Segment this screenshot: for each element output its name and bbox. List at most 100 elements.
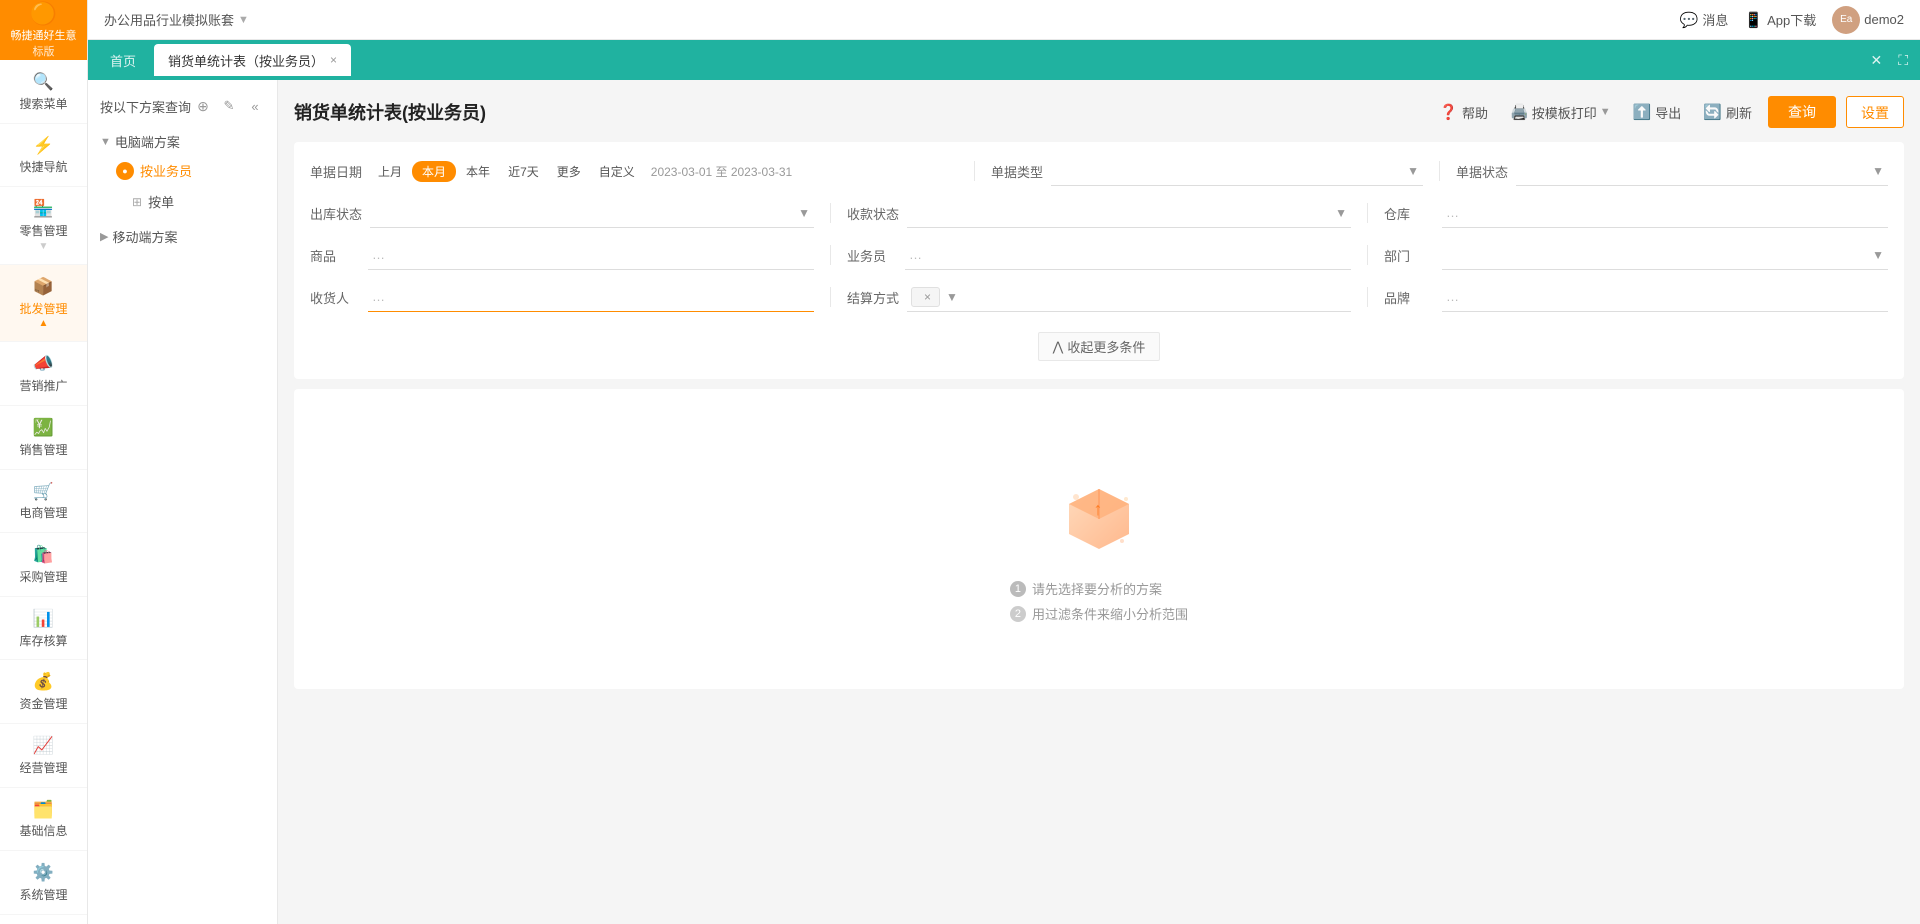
help-btn[interactable]: ❓ 帮助 xyxy=(1433,99,1494,126)
consignee-field: 收货人 … xyxy=(310,282,814,312)
dept-field: 部门 ▼ xyxy=(1384,240,1888,270)
print-dropdown-icon: ▼ xyxy=(1600,106,1611,118)
date-tab-last-month[interactable]: 上月 xyxy=(370,161,410,182)
sidebar-label-system: 系统管理 xyxy=(19,887,67,904)
export-btn[interactable]: ⬆️ 导出 xyxy=(1627,99,1688,126)
page-title: 销货单统计表(按业务员) xyxy=(294,99,486,125)
collapse-bar: ⋀ 收起更多条件 xyxy=(310,324,1888,365)
refresh-btn[interactable]: 🔄 刷新 xyxy=(1697,99,1758,126)
export-icon: ⬆️ xyxy=(1633,103,1652,121)
add-scheme-btn[interactable]: ⊕ xyxy=(193,96,213,116)
warehouse-select[interactable]: … xyxy=(1442,198,1888,228)
collapse-panel-icon: « xyxy=(251,99,258,114)
scheme-order-label: 按单 xyxy=(148,192,174,211)
out-status-select[interactable]: ▼ xyxy=(370,198,814,228)
date-tab-this-year[interactable]: 本年 xyxy=(458,161,498,182)
doc-type-select[interactable]: ▼ xyxy=(1051,156,1423,186)
sidebar-item-finance[interactable]: 💰 资金管理 xyxy=(0,660,87,724)
sidebar-item-search[interactable]: 🔍 搜索菜单 xyxy=(0,60,87,124)
date-tab-more[interactable]: 更多 xyxy=(549,161,589,182)
date-tab-7days[interactable]: 近7天 xyxy=(500,161,547,182)
scheme-by-order[interactable]: ⊞ 按单 xyxy=(88,186,277,217)
wholesale-arrow-icon: ▲ xyxy=(39,317,49,331)
company-selector[interactable]: 办公用品行业模拟账套 ▼ xyxy=(104,10,249,29)
date-tab-this-month[interactable]: 本月 xyxy=(412,161,456,182)
brand-field: 品牌 … xyxy=(1384,282,1888,312)
topbar-right: 💬 消息 📱 App下载 Ea demo2 xyxy=(1680,6,1904,34)
biz-icon: 📈 xyxy=(33,734,54,758)
filter-divider-2 xyxy=(1439,161,1440,181)
salesperson-select[interactable]: … xyxy=(905,240,1351,270)
consignee-label: 收货人 xyxy=(310,288,360,307)
edit-scheme-btn[interactable]: ✎ xyxy=(219,96,239,116)
settlement-tag-clear[interactable]: × xyxy=(924,290,931,304)
consignee-select[interactable]: … xyxy=(368,282,814,312)
date-tab-custom[interactable]: 自定义 xyxy=(591,161,643,182)
sidebar-item-wholesale[interactable]: 📦 批发管理 ▲ xyxy=(0,265,87,343)
sales-icon: 💹 xyxy=(33,416,54,440)
retail-icon: 🏪 xyxy=(33,197,54,221)
doc-status-field: 单据状态 ▼ xyxy=(1456,156,1888,186)
sidebar-item-basic[interactable]: 🗂️ 基础信息 xyxy=(0,788,87,852)
settlement-select[interactable]: × ▼ xyxy=(907,282,1351,312)
message-label: 消息 xyxy=(1702,10,1728,29)
user-profile[interactable]: Ea demo2 xyxy=(1832,6,1904,34)
print-btn[interactable]: 🖨️ 按模板打印 ▼ xyxy=(1504,99,1617,126)
filter-divider-6 xyxy=(1367,245,1368,265)
scheme-salesperson-label: 按业务员 xyxy=(140,161,192,180)
sidebar-logo[interactable]: 🟠 畅捷通好生意 标版 xyxy=(0,0,88,60)
tab-close-window-btn[interactable]: ✕ xyxy=(1866,48,1886,73)
tabs-bar: 首页 销货单统计表（按业务员） × ✕ ⛶ xyxy=(88,40,1920,80)
collapse-conditions-btn[interactable]: ⋀ 收起更多条件 xyxy=(1038,332,1161,361)
topbar-left: 办公用品行业模拟账套 ▼ xyxy=(104,10,249,29)
collapse-panel-btn[interactable]: « xyxy=(245,96,265,116)
sidebar-item-sales[interactable]: 💹 销售管理 xyxy=(0,406,87,470)
brand-label: 品牌 xyxy=(1384,288,1434,307)
filter-divider-3 xyxy=(830,203,831,223)
sidebar-item-biz[interactable]: 📈 经营管理 xyxy=(0,724,87,788)
receipt-status-select[interactable]: ▼ xyxy=(907,198,1351,228)
sidebar-item-ecom[interactable]: 🛒 电商管理 xyxy=(0,470,87,534)
logo-icon: 🟠 xyxy=(30,1,57,27)
sidebar-label-retail: 零售管理 xyxy=(19,223,67,240)
doc-status-select[interactable]: ▼ xyxy=(1516,156,1888,186)
refresh-label: 刷新 xyxy=(1726,103,1752,122)
message-btn[interactable]: 💬 消息 xyxy=(1680,10,1729,29)
sidebar-label-search: 搜索菜单 xyxy=(19,96,67,113)
right-content-wrapper: 销货单统计表(按业务员) ❓ 帮助 🖨️ 按模板打印 ▼ ⬆️ xyxy=(294,96,1904,689)
scheme-by-salesperson[interactable]: ● 按业务员 xyxy=(88,155,277,186)
marketing-icon: 📣 xyxy=(33,352,54,376)
out-status-label: 出库状态 xyxy=(310,204,362,223)
print-label: 按模板打印 xyxy=(1532,103,1597,122)
sidebar-item-marketing[interactable]: 📣 营销推广 xyxy=(0,342,87,406)
tab-expand-btn[interactable]: ⛶ xyxy=(1894,48,1912,73)
filter-row-2: 出库状态 ▼ 收款状态 ▼ xyxy=(310,198,1888,228)
sidebar-item-system[interactable]: ⚙️ 系统管理 xyxy=(0,851,87,915)
filter-divider-7 xyxy=(830,287,831,307)
sidebar-item-inventory[interactable]: 📊 库存核算 xyxy=(0,597,87,661)
warehouse-dots: … xyxy=(1446,205,1459,220)
doc-type-field: 单据类型 ▼ xyxy=(991,156,1423,186)
settlement-arrow: ▼ xyxy=(946,290,958,304)
tab-home[interactable]: 首页 xyxy=(96,44,150,76)
sidebar-item-quick-nav[interactable]: ⚡ 快捷导航 xyxy=(0,124,87,188)
out-status-field: 出库状态 ▼ xyxy=(310,198,814,228)
sidebar-item-retail[interactable]: 🏪 零售管理 ▼ xyxy=(0,187,87,265)
sidebar-label-basic: 基础信息 xyxy=(19,823,67,840)
sidebar-item-collab[interactable]: 🤝 企业协同 xyxy=(0,915,87,924)
dept-select[interactable]: ▼ xyxy=(1442,240,1888,270)
query-button[interactable]: 查询 xyxy=(1768,96,1836,128)
sidebar-item-purchase[interactable]: 🛍️ 采购管理 xyxy=(0,533,87,597)
inventory-icon: 📊 xyxy=(33,607,54,631)
tab-active[interactable]: 销货单统计表（按业务员） × xyxy=(154,44,351,76)
goods-select[interactable]: … xyxy=(368,240,814,270)
brand-select[interactable]: … xyxy=(1442,282,1888,312)
filter-divider-8 xyxy=(1367,287,1368,307)
tab-close-icon[interactable]: × xyxy=(330,53,337,67)
mobile-section-header[interactable]: ▶ 移动端方案 xyxy=(88,223,277,250)
out-status-arrow: ▼ xyxy=(798,206,810,220)
tab-home-label: 首页 xyxy=(110,51,136,70)
settings-button[interactable]: 设置 xyxy=(1846,96,1904,128)
app-download-btn[interactable]: 📱 App下载 xyxy=(1744,10,1816,29)
pc-section-header[interactable]: ▼ 电脑端方案 xyxy=(88,128,277,155)
